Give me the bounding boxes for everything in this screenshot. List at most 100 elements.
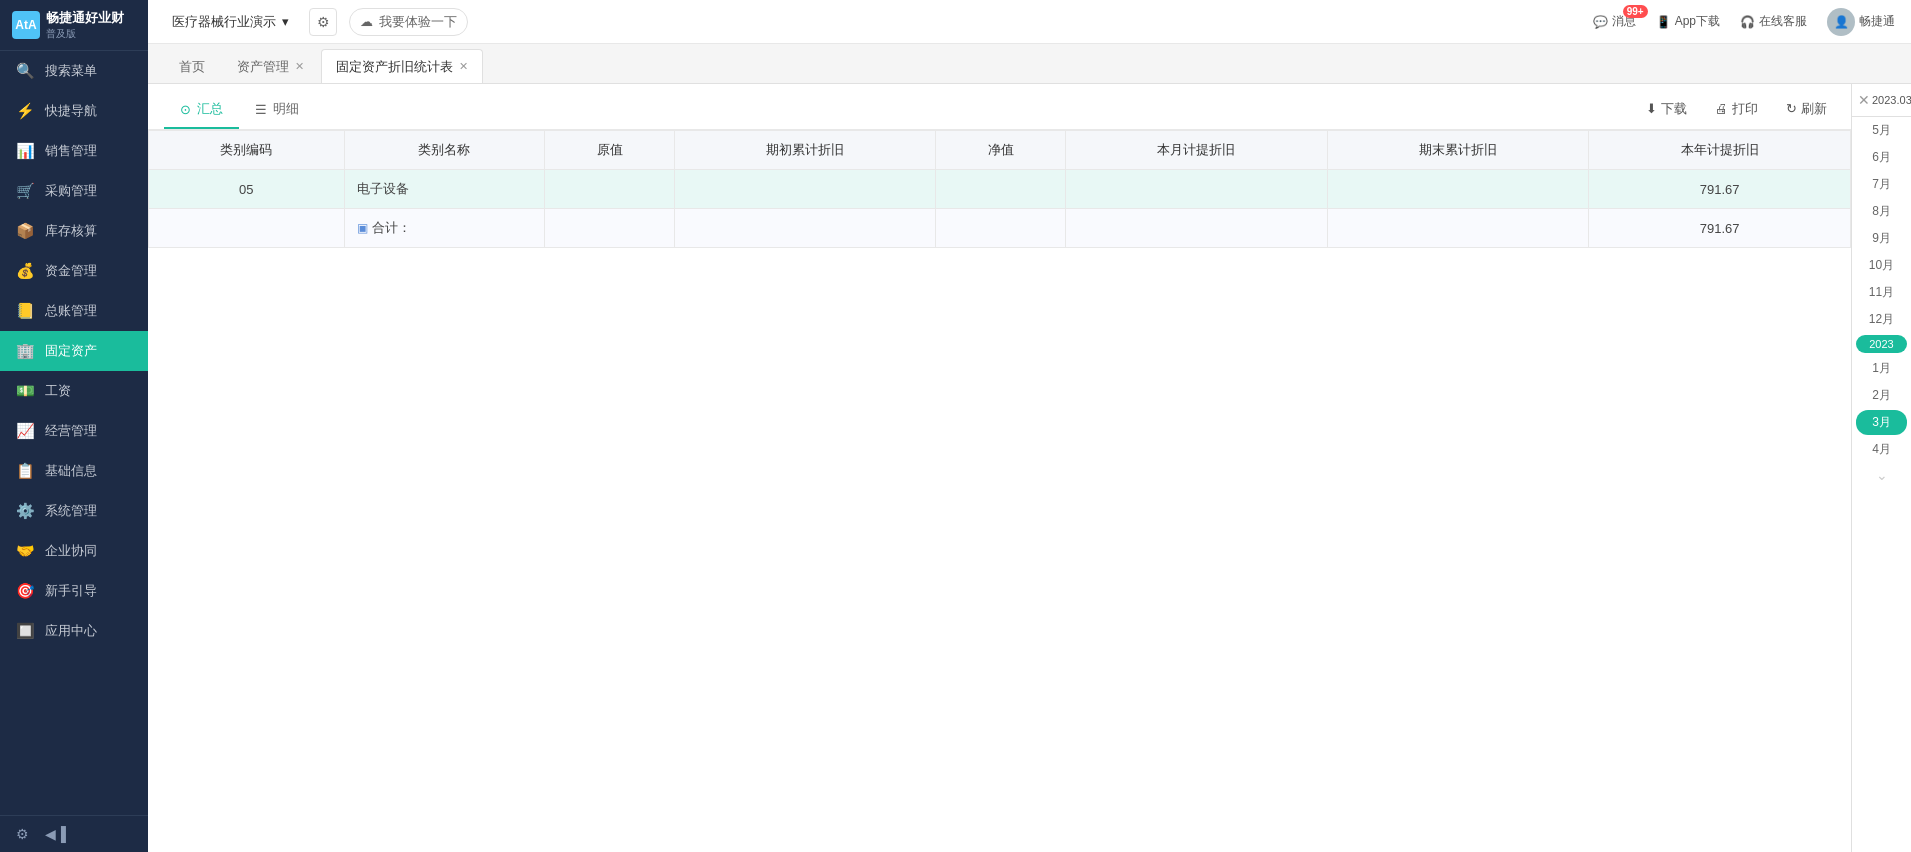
month-10[interactable]: 10月	[1852, 252, 1911, 279]
sidebar-icon-2: 📊	[16, 142, 35, 160]
company-selector[interactable]: 医疗器械行业演示 ▾	[164, 9, 297, 35]
table-header-row: 类别编码 类别名称 原值 期初累计折旧 净值 本月计提折旧 期末累计折旧 本年计…	[149, 131, 1851, 170]
month-5[interactable]: 5月	[1852, 117, 1911, 144]
download-label: 下载	[1661, 100, 1687, 118]
sidebar-item-企业协同[interactable]: 🤝企业协同	[0, 531, 148, 571]
settings-icon[interactable]: ⚙	[16, 826, 29, 842]
app-subtitle: 普及版	[46, 27, 124, 40]
sidebar-icon-0: 🔍	[16, 62, 35, 80]
month-9[interactable]: 9月	[1852, 225, 1911, 252]
subtab-detail-label: 明细	[273, 100, 299, 118]
tab-depreciation-report-close[interactable]: ✕	[459, 60, 468, 73]
tab-home-label: 首页	[179, 58, 205, 76]
user-menu[interactable]: 👤 畅捷通	[1827, 8, 1895, 36]
sidebar-bottom: ⚙ ◀▐	[0, 815, 148, 852]
sidebar-item-销售管理[interactable]: 📊 销售管理	[0, 131, 148, 171]
sidebar-item-固定资产[interactable]: 🏢固定资产	[0, 331, 148, 371]
message-icon: 💬	[1593, 15, 1608, 29]
sidebar-icon-1: ⚡	[16, 102, 35, 120]
month-12[interactable]: 12月	[1852, 306, 1911, 333]
cell-closing-dep	[1327, 170, 1589, 209]
service-icon: 🎧	[1740, 15, 1755, 29]
sidebar-item-新手引导[interactable]: 🎯新手引导	[0, 571, 148, 611]
total-label: ▣合计：	[344, 209, 545, 248]
sidebar-label-13: 新手引导	[45, 582, 97, 600]
print-button[interactable]: 🖨 打印	[1707, 96, 1766, 122]
scroll-down-icon: ⌄	[1852, 463, 1911, 487]
sidebar-icon-12: 🤝	[16, 542, 35, 560]
experience-button[interactable]: ☁ 我要体验一下	[349, 8, 468, 36]
col-closing-dep: 期末累计折旧	[1327, 131, 1589, 170]
sidebar-item-总账管理[interactable]: 📒总账管理	[0, 291, 148, 331]
sidebar-item-基础信息[interactable]: 📋基础信息	[0, 451, 148, 491]
cell-original-value	[545, 170, 675, 209]
total-monthly-dep	[1066, 209, 1328, 248]
tab-home[interactable]: 首页	[164, 49, 220, 83]
sidebar-icon-3: 🛒	[16, 182, 35, 200]
close-panel-button[interactable]: ✕	[1856, 90, 1872, 110]
download-button[interactable]: ⬇ 下载	[1638, 96, 1695, 122]
online-service-button[interactable]: 🎧 在线客服	[1740, 13, 1807, 30]
year-2023-badge[interactable]: 2023	[1856, 335, 1907, 353]
sidebar-icon-6: 📒	[16, 302, 35, 320]
sidebar-item-快捷导航[interactable]: ⚡快捷导航	[0, 91, 148, 131]
month-2023-3[interactable]: 3月	[1856, 410, 1907, 435]
cell-name: 电子设备	[344, 170, 545, 209]
subtab-summary[interactable]: ⊙ 汇总	[164, 94, 239, 129]
total-opening-dep	[674, 209, 936, 248]
total-net-value	[936, 209, 1066, 248]
user-name: 畅捷通	[1859, 13, 1895, 30]
main-area: 医疗器械行业演示 ▾ ⚙ ☁ 我要体验一下 💬 消息 99+ 📱 App下载 🎧…	[148, 0, 1911, 852]
collapse-icon[interactable]: ◀▐	[45, 826, 66, 842]
print-label: 打印	[1732, 100, 1758, 118]
cloud-icon: ☁	[360, 14, 373, 29]
tab-asset-management-close[interactable]: ✕	[295, 60, 304, 73]
sidebar-scroll: 🔍搜索菜单⚡快捷导航 📊 销售管理 🛒采购管理📦库存核算💰资金管理📒总账管理🏢固定资产…	[0, 51, 148, 815]
messages-button[interactable]: 💬 消息 99+	[1593, 13, 1636, 30]
sidebar-icon-7: 🏢	[16, 342, 35, 360]
date-panel-header: ✕ 2023.03 ⤢	[1852, 84, 1911, 117]
month-2023-4[interactable]: 4月	[1852, 436, 1911, 463]
date-panel-scroll: 5月 6月 7月 8月 9月 10月 11月 12月 2023 1月 2月 3月…	[1852, 117, 1911, 852]
sidebar-item-经营管理[interactable]: 📈 经营管理	[0, 411, 148, 451]
sidebar-label-2: 销售管理	[45, 142, 97, 160]
month-11[interactable]: 11月	[1852, 279, 1911, 306]
panel-date-label: 2023.03	[1872, 94, 1911, 106]
month-2023-2[interactable]: 2月	[1852, 382, 1911, 409]
month-7[interactable]: 7月	[1852, 171, 1911, 198]
tab-depreciation-report[interactable]: 固定资产折旧统计表 ✕	[321, 49, 483, 83]
sidebar: AtA 畅捷通好业财 普及版 🔍搜索菜单⚡快捷导航📊销售管理🛒采购管理📦库存核算…	[0, 0, 148, 852]
logo-icon: AtA	[12, 11, 40, 39]
total-closing-dep	[1327, 209, 1589, 248]
sidebar-item-资金管理[interactable]: 💰资金管理	[0, 251, 148, 291]
sidebar-icon-4: 📦	[16, 222, 35, 240]
experience-label: 我要体验一下	[379, 13, 457, 31]
sidebar-icon-11: ⚙️	[16, 502, 35, 520]
sidebar-label-8: 工资	[45, 382, 71, 400]
sidebar-item-应用中心[interactable]: 🔲应用中心	[0, 611, 148, 651]
subtab-detail[interactable]: ☰ 明细	[239, 94, 315, 129]
settings-button[interactable]: ⚙	[309, 8, 337, 36]
refresh-button[interactable]: ↻ 刷新	[1778, 96, 1835, 122]
sidebar-icon-9: 📈	[16, 422, 35, 440]
dropdown-icon: ▾	[282, 14, 289, 29]
sidebar-item-搜索菜单[interactable]: 🔍搜索菜单	[0, 51, 148, 91]
chart-icon: ⊙	[180, 102, 191, 117]
sidebar-label-9: 经营管理	[45, 422, 97, 440]
app-download-button[interactable]: 📱 App下载	[1656, 13, 1720, 30]
sidebar-item-库存核算[interactable]: 📦库存核算	[0, 211, 148, 251]
month-2023-1[interactable]: 1月	[1852, 355, 1911, 382]
month-6[interactable]: 6月	[1852, 144, 1911, 171]
sidebar-item-系统管理[interactable]: ⚙️系统管理	[0, 491, 148, 531]
col-name: 类别名称	[344, 131, 545, 170]
depreciation-table: 类别编码 类别名称 原值 期初累计折旧 净值 本月计提折旧 期末累计折旧 本年计…	[148, 130, 1851, 248]
sidebar-icon-10: 📋	[16, 462, 35, 480]
sidebar-label-5: 资金管理	[45, 262, 97, 280]
cell-monthly-dep	[1066, 170, 1328, 209]
tab-asset-management[interactable]: 资产管理 ✕	[222, 49, 319, 83]
month-8[interactable]: 8月	[1852, 198, 1911, 225]
sidebar-item-工资[interactable]: 💵工资	[0, 371, 148, 411]
sidebar-label-14: 应用中心	[45, 622, 97, 640]
cell-net-value	[936, 170, 1066, 209]
sidebar-item-采购管理[interactable]: 🛒采购管理	[0, 171, 148, 211]
